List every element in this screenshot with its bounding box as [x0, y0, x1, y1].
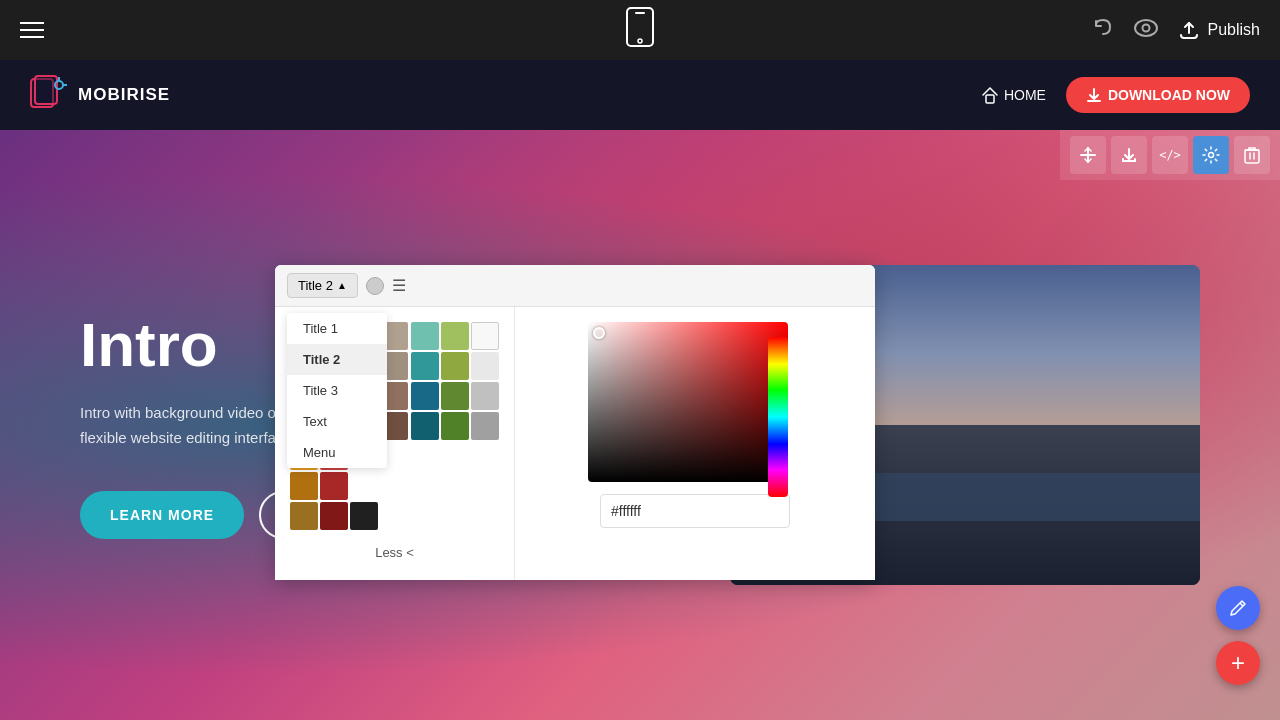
block-move-button[interactable]	[1070, 136, 1106, 174]
swatch-cell	[380, 502, 408, 530]
swatch-cell[interactable]	[441, 412, 469, 440]
top-toolbar: Publish	[0, 0, 1280, 60]
swatch-cell	[471, 472, 499, 500]
nav-home-link[interactable]: HOME	[981, 86, 1046, 104]
spectrum-background	[588, 322, 788, 482]
spectrum-wrapper	[588, 322, 803, 482]
swatch-cell[interactable]	[441, 382, 469, 410]
site-logo-icon	[30, 75, 68, 116]
swatch-cell	[350, 472, 378, 500]
align-icon[interactable]: ☰	[392, 276, 406, 295]
swatch-cell	[411, 502, 439, 530]
block-export-button[interactable]	[1111, 136, 1147, 174]
dropdown-arrow-icon: ▲	[337, 280, 347, 291]
svg-rect-10	[986, 95, 994, 103]
svg-rect-6	[35, 76, 57, 104]
site-logo: MOBIRISE	[30, 75, 170, 116]
style-option-title2[interactable]: Title 2	[287, 344, 387, 375]
svg-point-2	[638, 39, 642, 43]
style-option-title1[interactable]: Title 1	[287, 313, 387, 344]
svg-rect-15	[1245, 150, 1259, 163]
swatch-cell[interactable]	[471, 352, 499, 380]
svg-point-3	[1135, 20, 1157, 36]
swatch-cell[interactable]	[441, 322, 469, 350]
gradient-section	[515, 307, 875, 580]
swatch-cell	[471, 502, 499, 530]
spectrum-indicator	[593, 327, 605, 339]
dropdown-header: Title 2 ▲ Title 1 Title 2 Title 3 Text M…	[275, 265, 875, 307]
swatch-cell[interactable]	[471, 322, 499, 350]
style-select-button[interactable]: Title 2 ▲	[287, 273, 358, 298]
website-preview: MOBIRISE HOME DOWNLOAD NOW	[0, 60, 1280, 720]
site-nav-right: HOME DOWNLOAD NOW	[981, 77, 1250, 113]
site-nav: MOBIRISE HOME DOWNLOAD NOW	[0, 60, 1280, 130]
add-icon: +	[1231, 651, 1245, 675]
hue-bar[interactable]	[768, 337, 788, 497]
publish-button[interactable]: Publish	[1178, 21, 1260, 39]
menu-hamburger-icon[interactable]	[20, 22, 44, 38]
swatch-cell[interactable]	[411, 412, 439, 440]
swatch-cell	[441, 502, 469, 530]
swatch-cell[interactable]	[411, 352, 439, 380]
swatch-cell	[411, 442, 439, 470]
block-code-button[interactable]: </>	[1152, 136, 1188, 174]
hex-color-input[interactable]	[600, 494, 790, 528]
swatch-cell[interactable]	[471, 382, 499, 410]
undo-button[interactable]	[1092, 17, 1114, 44]
style-dropdown-menu: Title 1 Title 2 Title 3 Text Menu	[287, 313, 387, 468]
swatch-cell	[411, 472, 439, 500]
svg-point-4	[1142, 24, 1149, 31]
swatch-cell[interactable]	[411, 382, 439, 410]
style-option-title3[interactable]: Title 3	[287, 375, 387, 406]
swatch-cell	[441, 472, 469, 500]
color-spectrum[interactable]	[588, 322, 788, 482]
phone-preview-icon[interactable]	[625, 7, 655, 53]
learn-more-button[interactable]: LEARN MORE	[80, 491, 244, 539]
swatch-cell[interactable]	[471, 412, 499, 440]
block-controls: </>	[1060, 130, 1280, 180]
site-download-button[interactable]: DOWNLOAD NOW	[1066, 77, 1250, 113]
swatch-cell	[471, 442, 499, 470]
site-logo-text: MOBIRISE	[78, 85, 170, 105]
swatch-cell[interactable]	[320, 472, 348, 500]
selected-style-label: Title 2	[298, 278, 333, 293]
text-style-dropdown: Title 2 ▲ Title 1 Title 2 Title 3 Text M…	[275, 265, 875, 580]
edit-fab-button[interactable]	[1216, 586, 1260, 630]
block-settings-button[interactable]	[1193, 136, 1229, 174]
color-indicator[interactable]	[366, 277, 384, 295]
add-fab-button[interactable]: +	[1216, 641, 1260, 685]
svg-line-19	[1240, 603, 1243, 606]
toolbar-right: Publish	[1092, 17, 1260, 44]
swatch-cell	[441, 442, 469, 470]
swatch-cell[interactable]	[290, 502, 318, 530]
publish-label: Publish	[1208, 21, 1260, 39]
download-btn-label: DOWNLOAD NOW	[1108, 87, 1230, 103]
swatch-cell	[380, 472, 408, 500]
swatch-cell[interactable]	[441, 352, 469, 380]
swatch-cell[interactable]	[290, 472, 318, 500]
toolbar-left	[20, 22, 44, 38]
swatch-cell[interactable]	[320, 502, 348, 530]
style-option-menu[interactable]: Menu	[287, 437, 387, 468]
swatch-cell[interactable]	[350, 502, 378, 530]
toolbar-center	[625, 7, 655, 53]
less-button[interactable]: Less <	[290, 540, 499, 565]
block-delete-button[interactable]	[1234, 136, 1270, 174]
style-option-text[interactable]: Text	[287, 406, 387, 437]
preview-button[interactable]	[1134, 19, 1158, 42]
swatch-cell[interactable]	[411, 322, 439, 350]
svg-point-14	[1209, 153, 1214, 158]
